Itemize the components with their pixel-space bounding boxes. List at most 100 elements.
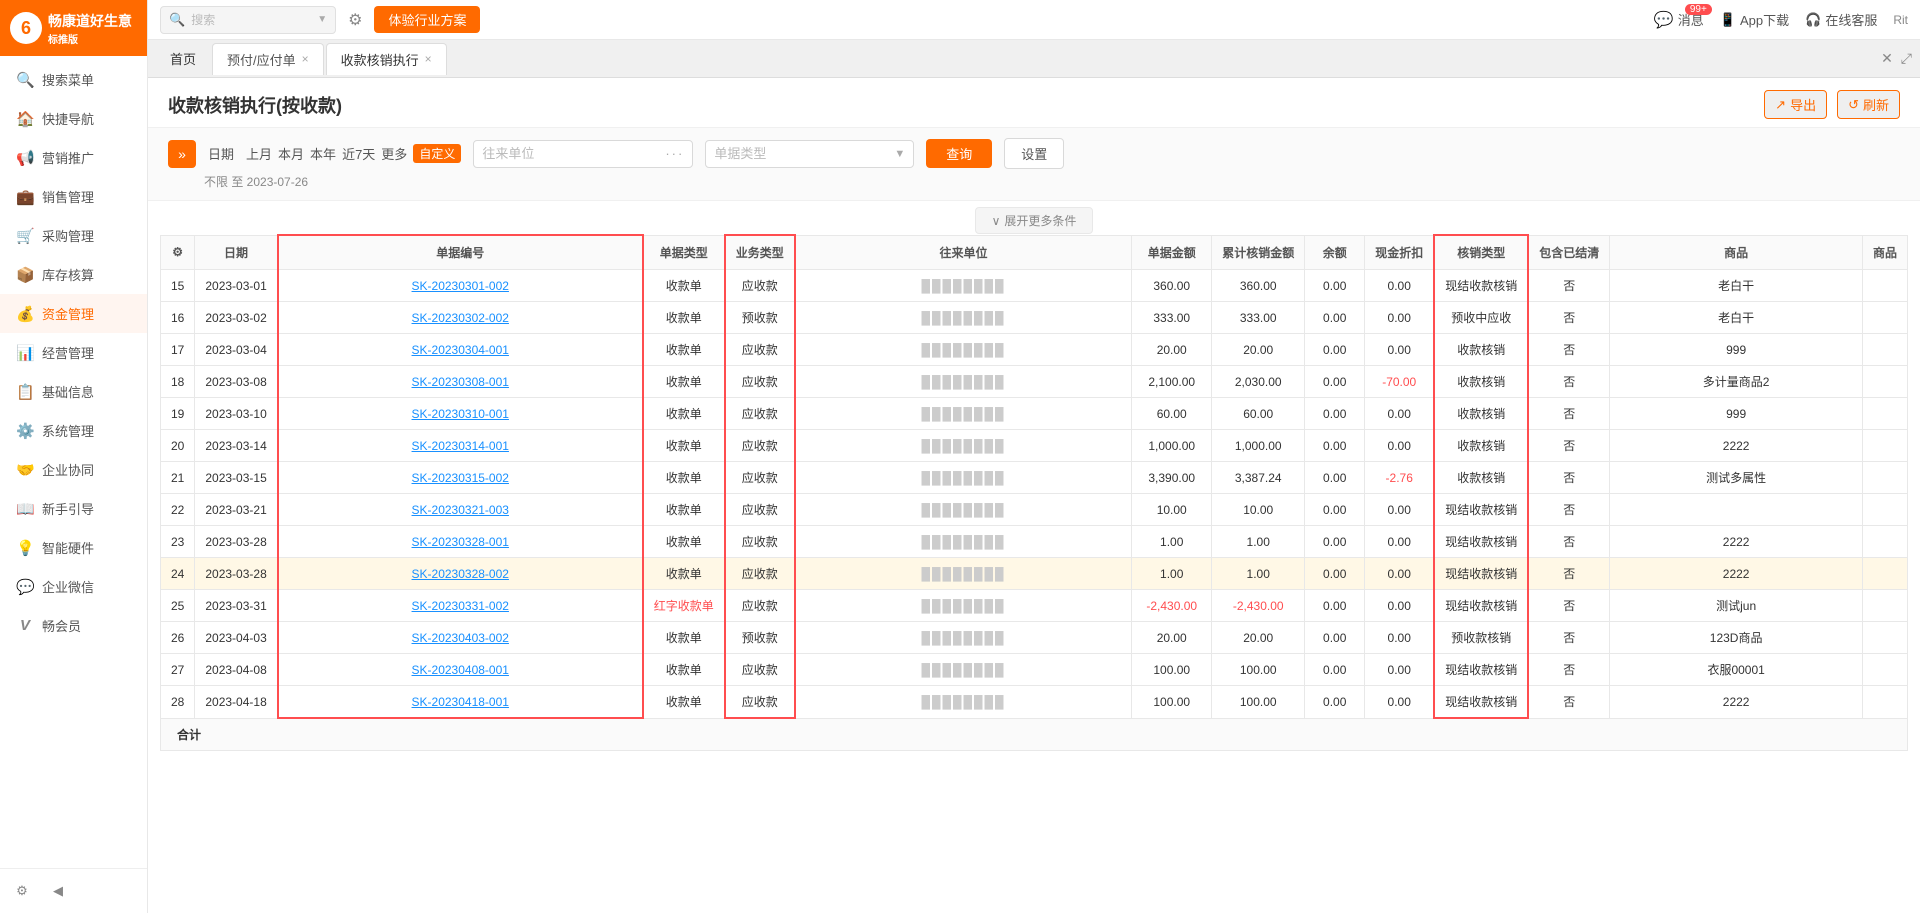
docno-link[interactable]: SK-20230418-001: [412, 695, 509, 709]
export-button[interactable]: ↗ 导出: [1764, 90, 1827, 119]
docno-link[interactable]: SK-20230328-002: [412, 567, 509, 581]
cell-cumamount: 1,000.00: [1212, 430, 1305, 462]
tab-home[interactable]: 首页: [156, 43, 210, 75]
cell-biztype: 应收款: [725, 686, 795, 719]
docno-link[interactable]: SK-20230314-001: [412, 439, 509, 453]
docno-link[interactable]: SK-20230331-002: [412, 599, 509, 613]
docno-link[interactable]: SK-20230304-001: [412, 343, 509, 357]
cell-goods: 2222: [1610, 526, 1863, 558]
app-download-btn[interactable]: 📱 App下载: [1720, 10, 1789, 29]
cell-goods2: [1862, 430, 1907, 462]
cell-balance: 0.00: [1305, 430, 1365, 462]
table-body: 15 2023-03-01 SK-20230301-002 收款单 应收款 ██…: [161, 270, 1908, 751]
cell-doctype: 收款单: [643, 622, 725, 654]
docno-link[interactable]: SK-20230310-001: [412, 407, 509, 421]
sidebar-collapse-btn[interactable]: ◀: [44, 877, 72, 905]
user-label[interactable]: Rit: [1893, 13, 1908, 27]
tab-expand-btn[interactable]: ⤢: [1901, 50, 1912, 67]
cell-biztype: 应收款: [725, 558, 795, 590]
date-range-text: 不限 至 2023-07-26: [204, 175, 308, 189]
cell-doctype: 收款单: [643, 494, 725, 526]
cell-inclear: 否: [1528, 366, 1610, 398]
sidebar-item-finance[interactable]: 💰 资金管理: [0, 294, 147, 333]
filter-expand-arrow[interactable]: »: [168, 140, 196, 168]
cell-cleartype: 预收款核销: [1434, 622, 1528, 654]
docno-link[interactable]: SK-20230315-002: [412, 471, 509, 485]
doc-type-input[interactable]: [714, 146, 890, 161]
date-link-7days[interactable]: 近7天: [342, 144, 375, 163]
sidebar-item-search[interactable]: 🔍 搜索菜单: [0, 60, 147, 99]
tab-prepay[interactable]: 预付/应付单 ×: [212, 43, 324, 75]
date-link-thismonth[interactable]: 本月: [278, 144, 304, 163]
solution-button[interactable]: 体验行业方案: [374, 6, 480, 33]
page-area: 收款核销执行(按收款) ↗ 导出 ↺ 刷新 » 日期 上月 本月: [148, 78, 1920, 913]
app-label: App下载: [1740, 10, 1789, 29]
doc-type-filter[interactable]: ▼: [705, 140, 914, 168]
docno-link[interactable]: SK-20230321-003: [412, 503, 509, 517]
topnav-gear-btn[interactable]: ⚙: [344, 6, 366, 34]
query-button[interactable]: 查询: [926, 139, 992, 168]
refresh-button[interactable]: ↺ 刷新: [1837, 90, 1900, 119]
sidebar-item-sales[interactable]: 💼 销售管理: [0, 177, 147, 216]
sidebar-item-quicknav[interactable]: 🏠 快捷导航: [0, 99, 147, 138]
docno-link[interactable]: SK-20230301-002: [412, 279, 509, 293]
date-link-more[interactable]: 更多: [381, 144, 407, 163]
partner-input[interactable]: [482, 146, 661, 161]
docno-link[interactable]: SK-20230308-001: [412, 375, 509, 389]
sidebar-item-guide[interactable]: 📖 新手引导: [0, 489, 147, 528]
cell-biztype: 预收款: [725, 622, 795, 654]
sidebar-item-purchase[interactable]: 🛒 采购管理: [0, 216, 147, 255]
tab-prepay-close[interactable]: ×: [302, 52, 309, 66]
date-link-thisyear[interactable]: 本年: [310, 144, 336, 163]
message-btn[interactable]: 💬 消息 99+: [1654, 10, 1704, 30]
sidebar-item-basic[interactable]: 📋 基础信息: [0, 372, 147, 411]
docno-link[interactable]: SK-20230328-001: [412, 535, 509, 549]
cell-doctype: 收款单: [643, 302, 725, 334]
cell-cumamount: 20.00: [1212, 622, 1305, 654]
refresh-icon: ↺: [1848, 97, 1859, 113]
cell-no: 18: [161, 366, 195, 398]
online-service-btn[interactable]: 🎧 在线客服: [1805, 10, 1877, 29]
cell-cumamount: 2,030.00: [1212, 366, 1305, 398]
tab-close-all-btn[interactable]: ✕: [1881, 50, 1893, 67]
sidebar-item-label: 系统管理: [42, 421, 94, 440]
cell-amount: 360.00: [1132, 270, 1212, 302]
sidebar-item-marketing[interactable]: 📢 营销推广: [0, 138, 147, 177]
page-header: 收款核销执行(按收款) ↗ 导出 ↺ 刷新: [148, 78, 1920, 128]
topnav: 🔍 ▼ ⚙ 体验行业方案 💬 消息 99+ 📱 App下载 🎧 在线客服 Rit: [148, 0, 1920, 40]
sidebar-item-hardware[interactable]: 💡 智能硬件: [0, 528, 147, 567]
filter-setting-button[interactable]: 设置: [1004, 138, 1064, 169]
date-link-lastmonth[interactable]: 上月: [246, 144, 272, 163]
sidebar-item-operation[interactable]: 📊 经营管理: [0, 333, 147, 372]
tab-clearexec-close[interactable]: ×: [425, 52, 432, 66]
docno-link[interactable]: SK-20230408-001: [412, 663, 509, 677]
topnav-search-input[interactable]: [191, 13, 311, 27]
docno-link[interactable]: SK-20230403-002: [412, 631, 509, 645]
cell-doctype: 收款单: [643, 654, 725, 686]
sidebar-item-label: 资金管理: [42, 304, 94, 323]
custom-date-tag[interactable]: 自定义: [413, 144, 461, 163]
sidebar-item-member[interactable]: V 畅会员: [0, 606, 147, 645]
cell-docno: SK-20230321-003: [278, 494, 643, 526]
topnav-search-wrap[interactable]: 🔍 ▼: [160, 6, 336, 34]
cell-partner: ████████: [795, 654, 1132, 686]
sidebar-item-enterprise[interactable]: 🤝 企业协同: [0, 450, 147, 489]
cell-date: 2023-03-01: [195, 270, 278, 302]
cell-biztype: 预收款: [725, 302, 795, 334]
expand-more-button[interactable]: ∨ 展开更多条件: [975, 207, 1094, 234]
sidebar-item-wechat[interactable]: 💬 企业微信: [0, 567, 147, 606]
cell-partner: ████████: [795, 686, 1132, 719]
col-settings[interactable]: ⚙: [161, 235, 195, 270]
partner-filter[interactable]: ···: [473, 140, 693, 168]
docno-link[interactable]: SK-20230302-002: [412, 311, 509, 325]
cell-partner: ████████: [795, 430, 1132, 462]
sidebar-settings-btn[interactable]: ⚙: [8, 877, 36, 905]
sidebar-item-inventory[interactable]: 📦 库存核算: [0, 255, 147, 294]
marketing-icon: 📢: [16, 149, 34, 167]
sidebar-item-system[interactable]: ⚙️ 系统管理: [0, 411, 147, 450]
table-row: 19 2023-03-10 SK-20230310-001 收款单 应收款 ██…: [161, 398, 1908, 430]
tab-clearexec[interactable]: 收款核销执行 ×: [326, 43, 447, 75]
table-row: 15 2023-03-01 SK-20230301-002 收款单 应收款 ██…: [161, 270, 1908, 302]
cell-goods2: [1862, 590, 1907, 622]
cell-docno: SK-20230328-002: [278, 558, 643, 590]
